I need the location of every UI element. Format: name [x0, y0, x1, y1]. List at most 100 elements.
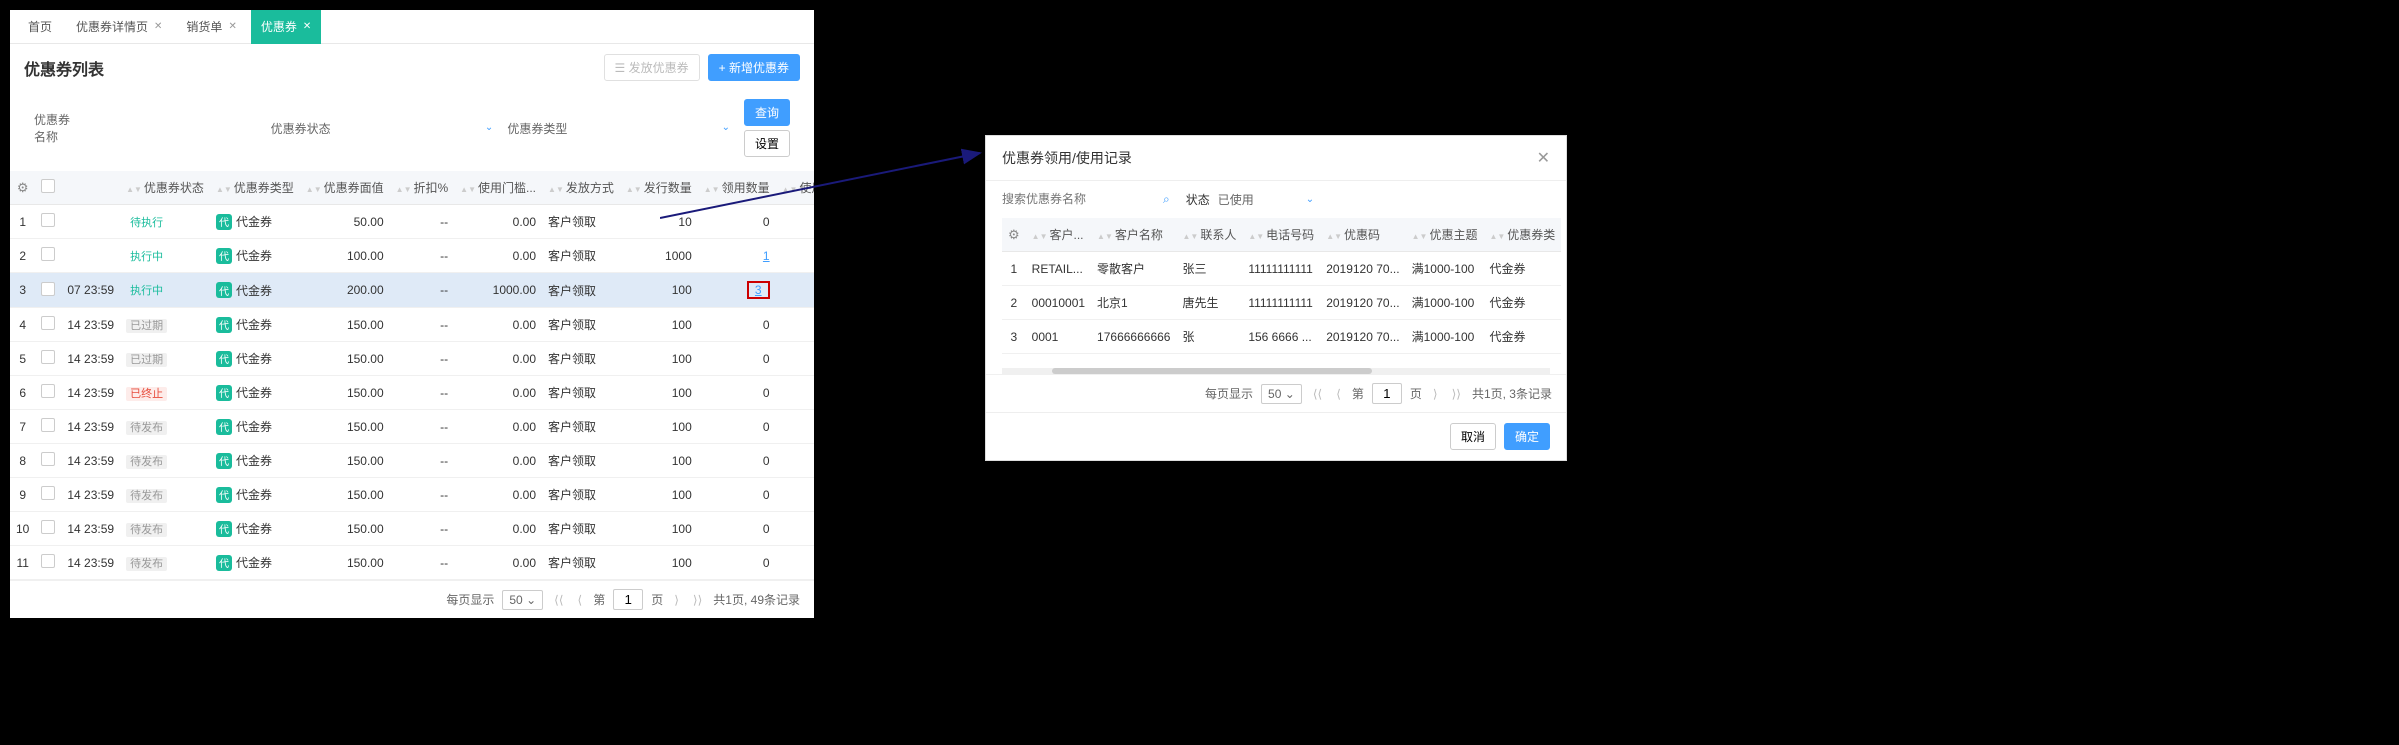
col-distribute-way[interactable]: 发放方式 — [566, 181, 614, 195]
table-row[interactable]: 2 执行中 代代金券 100.00 -- 0.00 客户领取 1000 1 0 … — [10, 239, 814, 273]
filter-status-select[interactable]: ⌄ — [337, 122, 494, 134]
table-row[interactable]: 5 14 23:59 已过期 代代金券 150.00 -- 0.00 客户领取 … — [10, 342, 814, 376]
query-button[interactable]: 查询 — [744, 99, 790, 126]
face-value: 150.00 — [300, 410, 390, 444]
row-checkbox[interactable] — [41, 247, 55, 261]
last-page-icon[interactable]: ⟩⟩ — [690, 593, 705, 607]
close-icon[interactable]: ✕ — [303, 21, 311, 32]
close-icon[interactable]: ✕ — [228, 21, 236, 32]
select-all-checkbox[interactable] — [41, 179, 55, 193]
claim-count-link[interactable]: 3 — [755, 283, 762, 297]
close-icon[interactable]: ✕ — [154, 21, 162, 32]
col-phone[interactable]: 电话号码 — [1266, 228, 1314, 242]
sort-icon[interactable]: ▲▼ — [548, 187, 564, 193]
horizontal-scrollbar[interactable] — [1002, 368, 1550, 374]
sort-icon[interactable]: ▲▼ — [704, 187, 720, 193]
close-icon[interactable]: ✕ — [1537, 148, 1550, 168]
sort-icon[interactable]: ▲▼ — [1326, 234, 1342, 240]
row-checkbox[interactable] — [41, 384, 55, 398]
sort-icon[interactable]: ▲▼ — [1032, 234, 1048, 240]
sort-icon[interactable]: ▲▼ — [1182, 234, 1198, 240]
dialog-search-box[interactable]: ⌕ — [1002, 192, 1170, 208]
next-page-icon[interactable]: ⟩ — [671, 593, 682, 607]
face-value: 100.00 — [300, 239, 390, 273]
row-checkbox[interactable] — [41, 486, 55, 500]
row-checkbox[interactable] — [41, 316, 55, 330]
table-row[interactable]: 3 07 23:59 执行中 代代金券 200.00 -- 1000.00 客户… — [10, 273, 814, 308]
sort-icon[interactable]: ▲▼ — [126, 187, 142, 193]
dialog-status-select[interactable]: 已使用 — [1218, 191, 1298, 208]
table-row[interactable]: 9 14 23:59 待发布 代代金券 150.00 -- 0.00 客户领取 … — [10, 478, 814, 512]
search-icon[interactable]: ⌕ — [1163, 192, 1170, 207]
col-use-qty[interactable]: 使用数量 — [799, 181, 814, 195]
tab-销货单[interactable]: 销货单✕ — [176, 10, 246, 44]
table-row[interactable]: 6 14 23:59 已终止 代代金券 150.00 -- 0.00 客户领取 … — [10, 376, 814, 410]
gear-icon[interactable] — [17, 181, 29, 195]
dialog-page-input[interactable] — [1372, 383, 1402, 404]
row-checkbox[interactable] — [41, 554, 55, 568]
table-row[interactable]: 10 14 23:59 待发布 代代金券 150.00 -- 0.00 客户领取… — [10, 512, 814, 546]
first-page-icon[interactable]: ⟨⟨ — [1310, 387, 1325, 401]
row-checkbox[interactable] — [41, 452, 55, 466]
sort-icon[interactable]: ▲▼ — [396, 187, 412, 193]
row-checkbox[interactable] — [41, 282, 55, 296]
row-index: 3 — [1002, 320, 1026, 354]
distribute-coupon-button[interactable]: ☰ 发放优惠券 — [604, 54, 700, 81]
sort-icon[interactable]: ▲▼ — [1097, 234, 1113, 240]
claim-count-link[interactable]: 1 — [763, 249, 770, 263]
tab-首页[interactable]: 首页 — [18, 10, 62, 44]
col-contact[interactable]: 联系人 — [1200, 228, 1236, 242]
tab-优惠券[interactable]: 优惠券✕ — [251, 10, 321, 44]
filter-name-input[interactable] — [80, 118, 257, 138]
gear-icon[interactable] — [1008, 228, 1020, 242]
sort-icon[interactable]: ▲▼ — [1248, 234, 1264, 240]
col-coupon-type[interactable]: 优惠券类 — [1507, 228, 1555, 242]
table-row[interactable]: 2 00010001 北京1 唐先生 11111111111 2019120 7… — [1002, 286, 1561, 320]
issue-qty: 100 — [620, 512, 698, 546]
dialog-per-page-select[interactable]: 50 ⌄ — [1261, 384, 1302, 404]
sort-icon[interactable]: ▲▼ — [782, 187, 798, 193]
col-threshold[interactable]: 使用门槛... — [478, 181, 536, 195]
table-row[interactable]: 11 14 23:59 待发布 代代金券 150.00 -- 0.00 客户领取… — [10, 546, 814, 580]
page-input[interactable] — [613, 589, 643, 610]
sort-icon[interactable]: ▲▼ — [1489, 234, 1505, 240]
col-status[interactable]: 优惠券状态 — [144, 181, 204, 195]
row-checkbox[interactable] — [41, 418, 55, 432]
col-type[interactable]: 优惠券类型 — [234, 181, 294, 195]
cancel-button[interactable]: 取消 — [1450, 423, 1496, 450]
ok-button[interactable]: 确定 — [1504, 423, 1550, 450]
sort-icon[interactable]: ▲▼ — [306, 187, 322, 193]
row-checkbox[interactable] — [41, 520, 55, 534]
row-checkbox[interactable] — [41, 213, 55, 227]
sort-icon[interactable]: ▲▼ — [626, 187, 642, 193]
prev-page-icon[interactable]: ⟨ — [1333, 387, 1344, 401]
dialog-search-input[interactable] — [1002, 192, 1157, 206]
col-discount[interactable]: 折扣% — [414, 181, 449, 195]
table-row[interactable]: 3 0001 17666666666 张 156 6666 ... 201912… — [1002, 320, 1561, 354]
sort-icon[interactable]: ▲▼ — [1412, 234, 1428, 240]
tab-优惠券详情页[interactable]: 优惠券详情页✕ — [66, 10, 172, 44]
next-page-icon[interactable]: ⟩ — [1430, 387, 1441, 401]
row-checkbox[interactable] — [41, 350, 55, 364]
filter-type-select[interactable]: ⌄ — [573, 122, 730, 134]
table-row[interactable]: 4 14 23:59 已过期 代代金券 150.00 -- 0.00 客户领取 … — [10, 308, 814, 342]
sort-icon[interactable]: ▲▼ — [460, 187, 476, 193]
col-issue-qty[interactable]: 发行数量 — [644, 181, 692, 195]
col-cust-code[interactable]: 客户... — [1050, 228, 1084, 242]
table-row[interactable]: 1 RETAIL... 零散客户 张三 11111111111 2019120 … — [1002, 252, 1561, 286]
table-row[interactable]: 1 待执行 代代金券 50.00 -- 0.00 客户领取 10 0 0 ↗ ⊞ — [10, 205, 814, 239]
prev-page-icon[interactable]: ⟨ — [575, 593, 586, 607]
last-page-icon[interactable]: ⟩⟩ — [1449, 387, 1464, 401]
col-face-value[interactable]: 优惠券面值 — [324, 181, 384, 195]
settings-button[interactable]: 设置 — [744, 130, 790, 157]
col-coupon-title[interactable]: 优惠主题 — [1429, 228, 1477, 242]
col-cust-name[interactable]: 客户名称 — [1115, 228, 1163, 242]
col-claim-qty[interactable]: 领用数量 — [722, 181, 770, 195]
add-coupon-button[interactable]: + 新增优惠券 — [708, 54, 800, 81]
table-row[interactable]: 8 14 23:59 待发布 代代金券 150.00 -- 0.00 客户领取 … — [10, 444, 814, 478]
first-page-icon[interactable]: ⟨⟨ — [551, 593, 566, 607]
table-row[interactable]: 7 14 23:59 待发布 代代金券 150.00 -- 0.00 客户领取 … — [10, 410, 814, 444]
sort-icon[interactable]: ▲▼ — [216, 187, 232, 193]
col-coupon-code[interactable]: 优惠码 — [1344, 228, 1380, 242]
per-page-select[interactable]: 50 ⌄ — [502, 590, 543, 610]
